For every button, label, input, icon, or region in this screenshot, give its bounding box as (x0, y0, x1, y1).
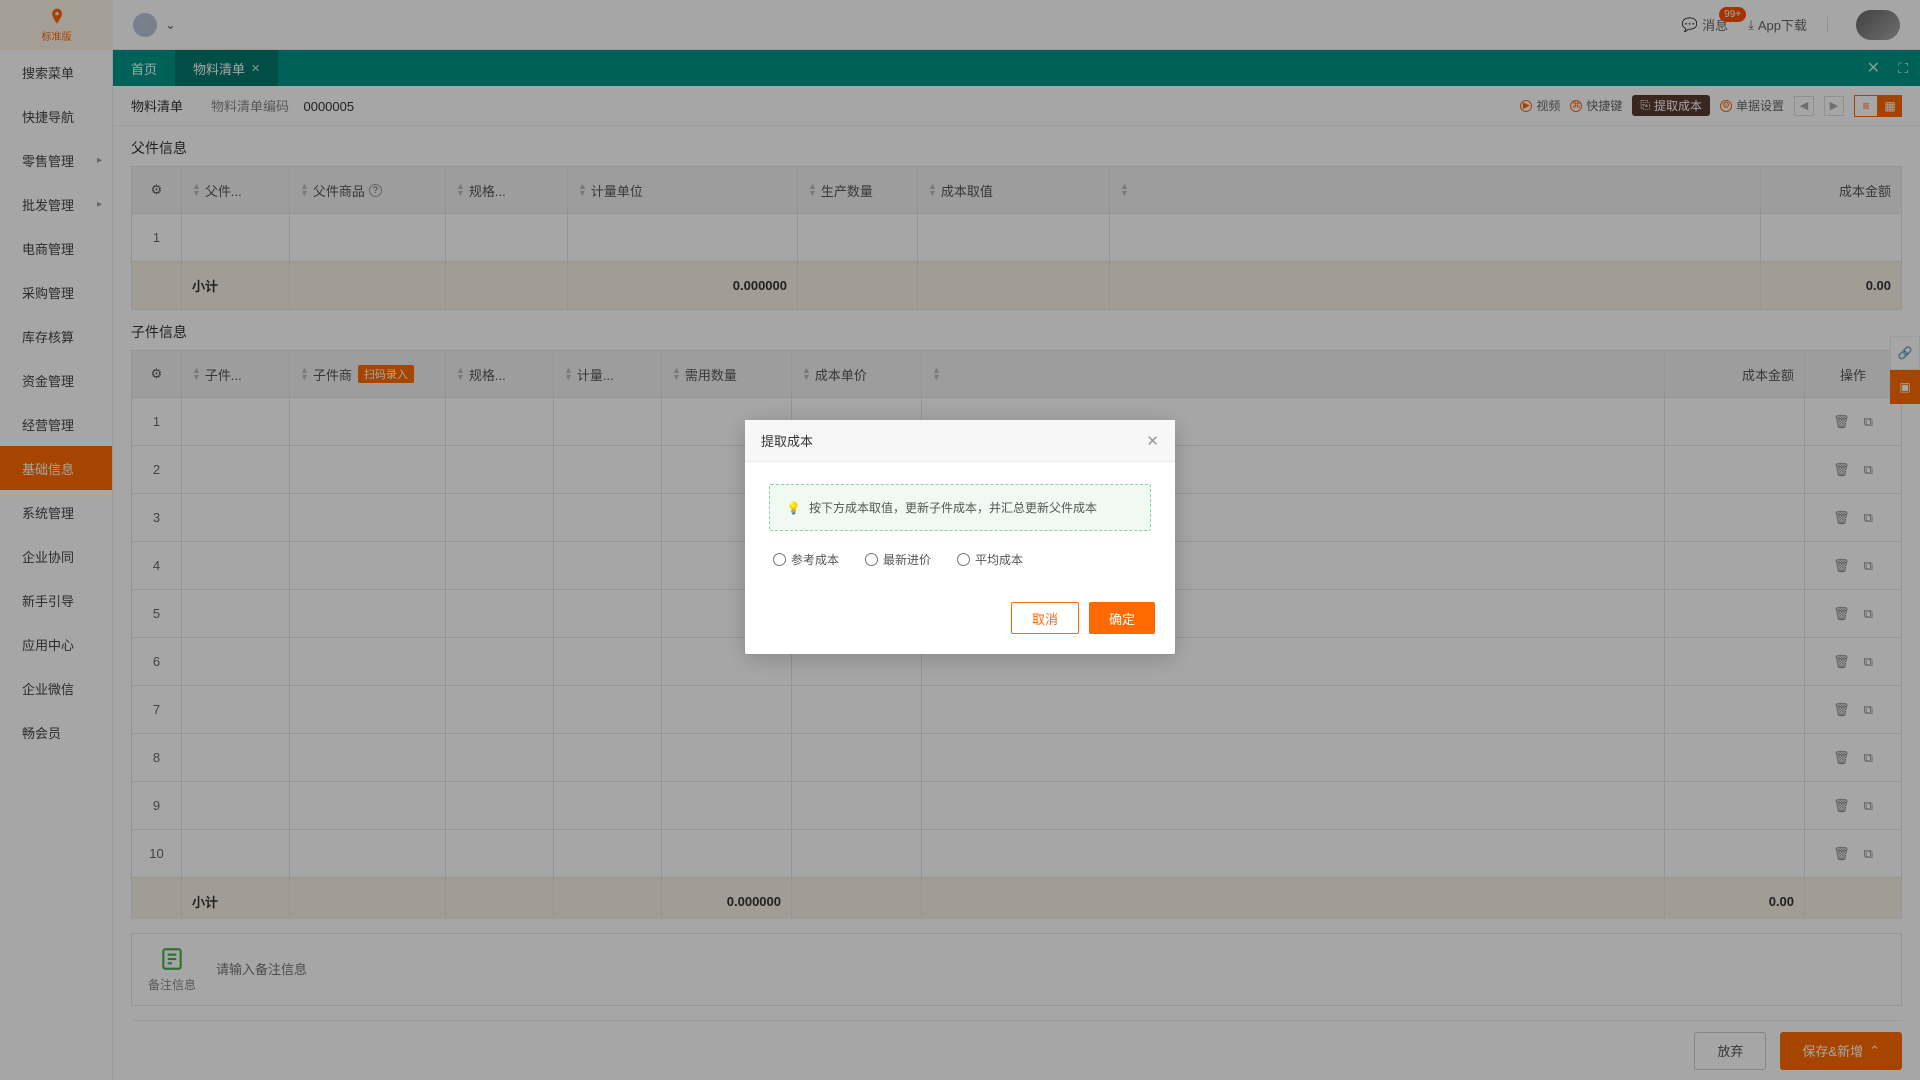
close-icon[interactable]: ✕ (1146, 432, 1159, 450)
modal-header: 提取成本 ✕ (745, 420, 1175, 462)
cost-source-radios: 参考成本 最新进价 平均成本 (773, 551, 1147, 568)
modal-mask: 提取成本 ✕ 💡 按下方成本取值，更新子件成本，并汇总更新父件成本 参考成本 最… (0, 0, 1920, 1080)
modal-footer: 取消 确定 (745, 588, 1175, 654)
lightbulb-icon: 💡 (786, 501, 801, 515)
radio-reference-cost[interactable]: 参考成本 (773, 551, 839, 568)
modal-hint: 💡 按下方成本取值，更新子件成本，并汇总更新父件成本 (769, 484, 1151, 531)
modal-title: 提取成本 (761, 431, 813, 450)
radio-latest-purchase[interactable]: 最新进价 (865, 551, 931, 568)
ok-button[interactable]: 确定 (1089, 602, 1155, 634)
radio-average-cost[interactable]: 平均成本 (957, 551, 1023, 568)
cancel-button[interactable]: 取消 (1011, 602, 1079, 634)
extract-cost-modal: 提取成本 ✕ 💡 按下方成本取值，更新子件成本，并汇总更新父件成本 参考成本 最… (745, 420, 1175, 654)
